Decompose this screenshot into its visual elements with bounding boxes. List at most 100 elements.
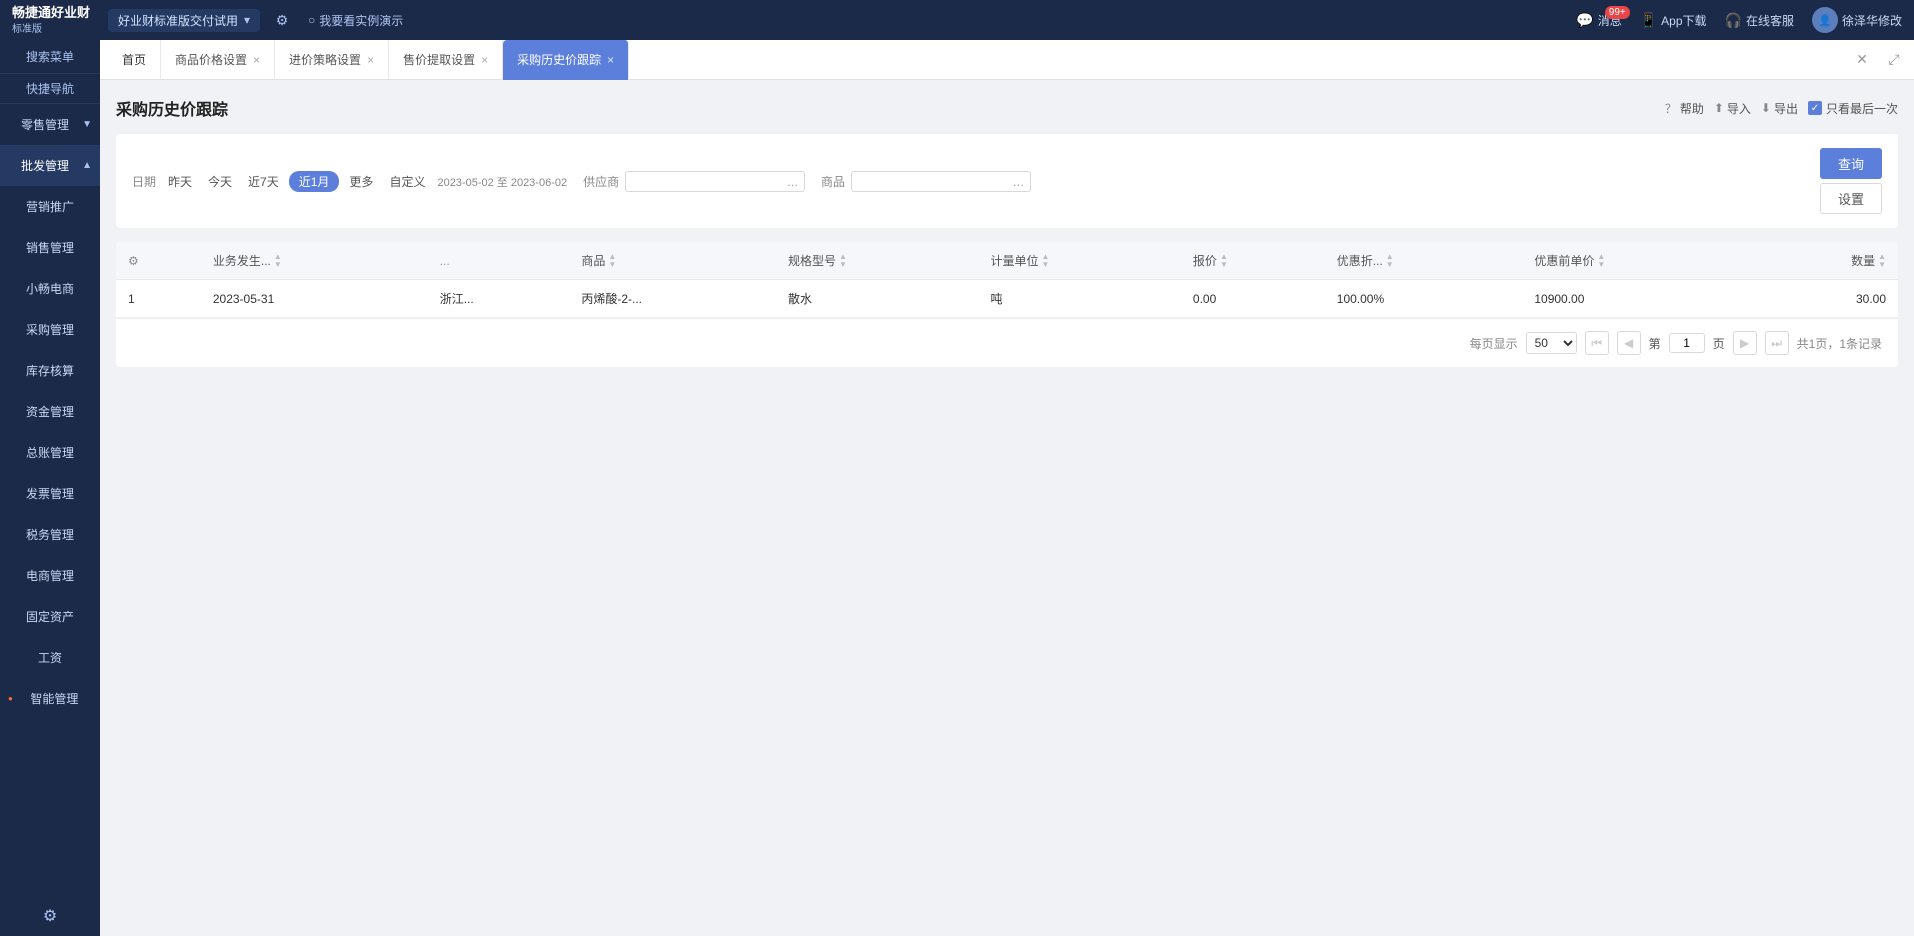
page-title: 采购历史价跟踪 [116, 96, 228, 120]
top-bar: 畅捷通好业财 标准版 好业财标准版交付试用 ▾ ⚙ ○ 我要看实例演示 💬 消息… [0, 0, 1914, 40]
tab-extra: ✕ ⤢ [1850, 48, 1906, 72]
th-product[interactable]: 商品 ▲▼ [569, 242, 776, 280]
export-action[interactable]: ⬇ 导出 [1761, 100, 1798, 117]
dot-icon: ● [8, 694, 13, 703]
app-icon: 📱 [1640, 12, 1657, 29]
th-unit[interactable]: 计量单位 ▲▼ [978, 242, 1180, 280]
th-quantity[interactable]: 数量 ▲▼ [1754, 242, 1898, 280]
th-ellipsis[interactable]: ... [428, 242, 570, 280]
td-unit-price: 10900.00 [1522, 280, 1754, 318]
per-page-select[interactable]: 50 20 100 [1526, 332, 1577, 354]
sidebar-item-ecommerce[interactable]: 电商管理 [0, 555, 100, 596]
td-discount: 100.00% [1325, 280, 1523, 318]
date-7days[interactable]: 近7天 [242, 171, 285, 192]
sort-icon-unit: ▲▼ [1041, 253, 1049, 269]
th-discount[interactable]: 优惠折... ▲▼ [1325, 242, 1523, 280]
first-page-button[interactable]: ⏮ [1585, 331, 1609, 355]
next-page-button[interactable]: ▶ [1733, 331, 1757, 355]
sidebar-item-wholesale[interactable]: 批发管理 ▲ [0, 145, 100, 186]
tab-history-price[interactable]: 采购历史价跟踪 × [503, 40, 629, 80]
supplier-ellipsis-icon[interactable]: ... [787, 174, 798, 189]
sidebar-gear-icon[interactable]: ⚙ [43, 906, 57, 926]
message-item[interactable]: 💬 消息 99+ [1576, 12, 1621, 29]
tab-close-btn[interactable]: ✕ [1850, 48, 1874, 72]
th-quote[interactable]: 报价 ▲▼ [1181, 242, 1325, 280]
sidebar-item-purchase[interactable]: 采购管理 [0, 309, 100, 350]
filter-settings-button[interactable]: 设置 [1820, 183, 1882, 214]
sort-icon-product: ▲▼ [608, 253, 616, 269]
quicknav-item[interactable]: 快捷导航 [0, 74, 100, 104]
export-label: 导出 [1774, 100, 1798, 117]
th-date[interactable]: 业务发生... ▲▼ [201, 242, 428, 280]
th-spec[interactable]: 规格型号 ▲▼ [776, 242, 978, 280]
demo-link[interactable]: ○ 我要看实例演示 [308, 12, 403, 29]
product-input[interactable] [858, 174, 1013, 188]
sidebar-item-payroll[interactable]: 工资 [0, 637, 100, 678]
import-icon: ⬆ [1714, 101, 1724, 115]
date-custom[interactable]: 自定义 [383, 171, 431, 192]
tab-expand-btn[interactable]: ⤢ [1882, 48, 1906, 72]
tab-price-settings[interactable]: 商品价格设置 × [161, 40, 275, 80]
sort-icon-qty: ▲▼ [1878, 253, 1886, 269]
tab-history-close[interactable]: × [607, 53, 614, 67]
checkbox-icon: ✓ [1808, 101, 1822, 115]
tab-purchase-strategy[interactable]: 进价策略设置 × [275, 40, 389, 80]
tab-purchase-close[interactable]: × [367, 53, 374, 67]
sidebar-item-inventory[interactable]: 库存核算 [0, 350, 100, 391]
help-action[interactable]: ？ 帮助 [1665, 100, 1704, 117]
date-today[interactable]: 今天 [202, 171, 238, 192]
date-range: 2023-05-02 至 2023-06-02 [437, 174, 567, 190]
sort-icon-discount: ▲▼ [1386, 253, 1394, 269]
message-icon: 💬 [1576, 12, 1593, 29]
sort-icon-quote: ▲▼ [1220, 253, 1228, 269]
tab-bar: 首页 商品价格设置 × 进价策略设置 × 售价提取设置 × 采购历史价跟踪 × … [100, 40, 1914, 80]
settings-icon[interactable]: ⚙ [268, 6, 296, 34]
app-download-item[interactable]: 📱 App下载 [1640, 12, 1707, 29]
sidebar-item-ledger[interactable]: 总账管理 [0, 432, 100, 473]
chevron-down-icon: ▼ [82, 119, 92, 130]
th-gear[interactable]: ⚙ [116, 242, 201, 280]
date-label: 日期 [132, 173, 156, 190]
user-name: 徐泽华修改 [1842, 12, 1902, 29]
sidebar-item-marketing[interactable]: 营销推广 [0, 186, 100, 227]
td-spec: 散水 [776, 280, 978, 318]
last-page-button[interactable]: ⏭ [1765, 331, 1789, 355]
sidebar-item-retail[interactable]: 零售管理 ▼ [0, 104, 100, 145]
query-button[interactable]: 查询 [1820, 148, 1882, 179]
supplier-input[interactable] [632, 174, 787, 188]
sidebar-item-finance[interactable]: 资金管理 [0, 391, 100, 432]
tab-price-close[interactable]: × [253, 53, 260, 67]
page-input[interactable] [1669, 333, 1705, 353]
table-row: 1 2023-05-31 浙江... 丙烯酸-2-... 散水 吨 0.00 1… [116, 280, 1898, 318]
online-service-item[interactable]: 🎧 在线客服 [1725, 12, 1794, 29]
tab-sell-extract[interactable]: 售价提取设置 × [389, 40, 503, 80]
tab-home[interactable]: 首页 [108, 40, 161, 80]
only-last-checkbox[interactable]: ✓ 只看最后一次 [1808, 100, 1898, 117]
import-action[interactable]: ⬆ 导入 [1714, 100, 1751, 117]
sidebar: 搜索菜单 快捷导航 零售管理 ▼ 批发管理 ▲ 营销推广 销售管理 小畅电商 采… [0, 40, 100, 936]
product-input-wrapper: ... [851, 171, 1031, 192]
sidebar-bottom: ⚙ [0, 896, 100, 936]
export-icon: ⬇ [1761, 101, 1771, 115]
version-selector[interactable]: 好业财标准版交付试用 ▾ [108, 9, 260, 32]
sidebar-item-ai[interactable]: ● 智能管理 [0, 678, 100, 719]
td-quantity: 30.00 [1754, 280, 1898, 318]
table-header-row: ⚙ 业务发生... ▲▼ ... [116, 242, 1898, 280]
prev-page-button[interactable]: ◀ [1617, 331, 1641, 355]
sidebar-item-sales[interactable]: 销售管理 [0, 227, 100, 268]
table-gear-icon[interactable]: ⚙ [128, 254, 139, 268]
import-label: 导入 [1727, 100, 1751, 117]
th-unit-price[interactable]: 优惠前单价 ▲▼ [1522, 242, 1754, 280]
tab-sell-close[interactable]: × [481, 53, 488, 67]
sidebar-item-ecommerce-small[interactable]: 小畅电商 [0, 268, 100, 309]
date-more[interactable]: 更多 [343, 171, 379, 192]
date-1month[interactable]: 近1月 [289, 171, 340, 192]
user-item[interactable]: 👤 徐泽华修改 [1812, 7, 1902, 33]
sidebar-item-assets[interactable]: 固定资产 [0, 596, 100, 637]
td-supplier: 浙江... [428, 280, 570, 318]
date-yesterday[interactable]: 昨天 [162, 171, 198, 192]
product-ellipsis-icon[interactable]: ... [1013, 174, 1024, 189]
sidebar-item-tax[interactable]: 税务管理 [0, 514, 100, 555]
sidebar-item-invoice[interactable]: 发票管理 [0, 473, 100, 514]
search-menu-item[interactable]: 搜索菜单 [0, 40, 100, 74]
